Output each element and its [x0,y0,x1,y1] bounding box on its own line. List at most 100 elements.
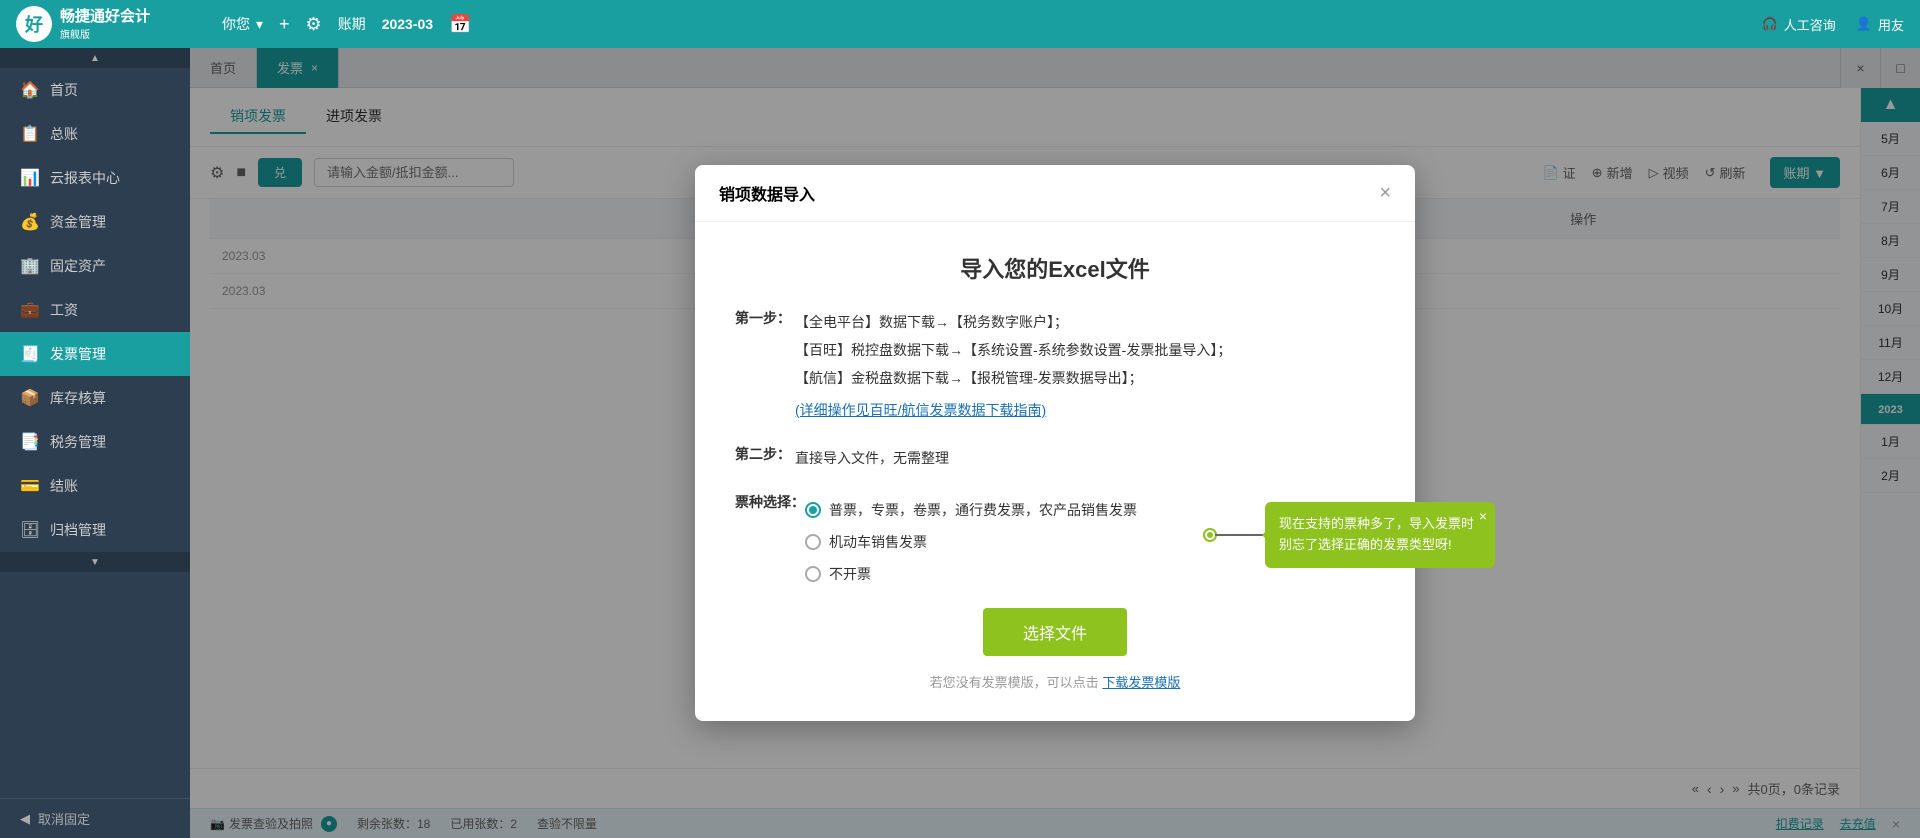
ticket-section: 票种选择： 普票，专票，卷票，通行费发票，农产品销售发票 机动车销售发票 [735,492,1375,584]
tooltip-wrapper: × 现在支持的票种多了，导入发票时别忘了选择正确的发票类型呀! [1205,502,1495,568]
sidebar-item-salary[interactable]: 💼 工资 [0,288,190,332]
step1-line-1: 【全电平台】数据下载→【税务数字账户】； [795,308,1231,336]
fund-icon: 💰 [20,212,40,232]
calendar-button[interactable]: 📅 [449,14,471,35]
period-label: 账期 [338,14,366,34]
sidebar-item-assets[interactable]: 🏢 固定资产 [0,244,190,288]
sidebar-item-label-tax: 税务管理 [50,432,106,452]
sidebar-scroll-up[interactable]: ▲ [0,48,190,68]
radio-normal-dot [809,506,817,514]
radio-normal[interactable]: 普票，专票，卷票，通行费发票，农产品销售发票 [805,500,1137,520]
sidebar-item-settlement[interactable]: 💳 结账 [0,464,190,508]
radio-motor-circle[interactable] [805,534,821,550]
cloud-icon: 📊 [20,168,40,188]
add-button[interactable]: + [279,14,290,35]
account-dropdown-icon: ▾ [256,16,263,33]
step1-row: 第一步： 【全电平台】数据下载→【税务数字账户】； 【百旺】税控盘数据下载→【系… [735,308,1375,424]
radio-group: 普票，专票，卷票，通行费发票，农产品销售发票 机动车销售发票 [805,500,1137,584]
sidebar-item-fund[interactable]: 💰 资金管理 [0,200,190,244]
account-selector[interactable]: 你您 ▾ [222,14,263,34]
pin-icon: ◀ [20,811,30,827]
account-name: 你您 [222,14,250,34]
settlement-icon: 💳 [20,476,40,496]
tooltip-container: × 现在支持的票种多了，导入发票时别忘了选择正确的发票类型呀! [1205,502,1495,568]
tooltip-close-button[interactable]: × [1479,508,1487,524]
logo-text-group: 畅捷通好会计 旗舰版 [60,8,150,41]
assets-icon: 🏢 [20,256,40,276]
home-icon: 🏠 [20,80,40,100]
modal-close-button[interactable]: × [1379,182,1391,205]
sidebar: ▲ 🏠 首页 📋 总账 📊 云报表中心 💰 资金管理 🏢 固定资产 💼 工资 🧾… [0,48,190,838]
ticket-label: 票种选择： [735,492,805,512]
top-bar: 好 畅捷通好会计 旗舰版 你您 ▾ + ⚙ 账期 2023-03 📅 🎧 人工咨… [0,0,1920,48]
download-template-link[interactable]: 下载发票模版 [1102,675,1180,690]
sidebar-item-label-archive: 归档管理 [50,520,106,540]
logo-title: 畅捷通好会计 [60,8,150,26]
logo-subtitle: 旗舰版 [60,26,150,41]
download-hint-text: 若您没有发票模版，可以点击 [930,675,1099,690]
step1-content: 【全电平台】数据下载→【税务数字账户】； 【百旺】税控盘数据下载→【系统设置-系… [795,308,1231,424]
download-hint: 若您没有发票模版，可以点击 下载发票模版 [735,672,1375,691]
tax-icon: 📑 [20,432,40,452]
tooltip-dot [1205,530,1215,540]
sidebar-item-label-cloud: 云报表中心 [50,168,120,188]
sidebar-cancel-fixed[interactable]: ◀ 取消固定 [0,798,190,838]
headset-icon: 🎧 [1762,16,1778,32]
consult-item[interactable]: 🎧 人工咨询 [1762,15,1836,34]
user-label: 用友 [1878,15,1904,34]
topbar-main: 你您 ▾ + ⚙ 账期 2023-03 📅 [206,14,1762,35]
radio-none-label: 不开票 [829,564,871,584]
step1-guide-link[interactable]: (详细操作见百旺/航信发票数据下载指南) [795,402,1046,418]
step1-link-container: (详细操作见百旺/航信发票数据下载指南) [795,396,1231,424]
period-value: 2023-03 [382,16,433,32]
sidebar-item-tax[interactable]: 📑 税务管理 [0,420,190,464]
radio-motor[interactable]: 机动车销售发票 × 现在支持的票种多了，导入发票时别忘了选择正确的发票类型呀! [805,532,1137,552]
topbar-right: 🎧 人工咨询 👤 用友 [1762,15,1904,34]
tooltip-popup: × 现在支持的票种多了，导入发票时别忘了选择正确的发票类型呀! [1265,502,1495,568]
sidebar-item-invoice[interactable]: 🧾 发票管理 [0,332,190,376]
sidebar-item-inventory[interactable]: 📦 库存核算 [0,376,190,420]
sidebar-item-cloud[interactable]: 📊 云报表中心 [0,156,190,200]
step2-label: 第二步： [735,444,795,464]
settings-button[interactable]: ⚙ [306,14,322,35]
sidebar-item-ledger[interactable]: 📋 总账 [0,112,190,156]
step1-line-3: 【航信】金税盘数据下载→【报税管理-发票数据导出】； [795,364,1231,392]
radio-motor-label: 机动车销售发票 [829,532,927,552]
logo-icon: 好 [16,6,52,42]
consult-label: 人工咨询 [1784,15,1836,34]
select-file-button[interactable]: 选择文件 [983,608,1127,656]
sidebar-item-label-invoice: 发票管理 [50,344,106,364]
ledger-icon: 📋 [20,124,40,144]
inventory-icon: 📦 [20,388,40,408]
sidebar-item-label-ledger: 总账 [50,124,78,144]
sidebar-item-archive[interactable]: 🗄 归档管理 [0,508,190,552]
radio-normal-circle[interactable] [805,502,821,518]
ticket-inline: 票种选择： 普票，专票，卷票，通行费发票，农产品销售发票 机动车销售发票 [735,492,1375,584]
salary-icon: 💼 [20,300,40,320]
user-icon: 👤 [1856,16,1872,32]
archive-icon: 🗄 [20,520,40,540]
modal-dialog: 销项数据导入 × 导入您的Excel文件 第一步： 【全电平台】数据下载→【税务… [695,165,1415,721]
sidebar-item-home[interactable]: 🏠 首页 [0,68,190,112]
step2-content: 直接导入文件，无需整理 [795,444,949,472]
user-item[interactable]: 👤 用友 [1856,15,1904,34]
cancel-fixed-label: 取消固定 [38,809,90,828]
step2-row: 第二步： 直接导入文件，无需整理 [735,444,1375,472]
sidebar-item-label-inventory: 库存核算 [50,388,106,408]
modal-header: 销项数据导入 × [695,165,1415,222]
sidebar-item-label-fund: 资金管理 [50,212,106,232]
radio-normal-label: 普票，专票，卷票，通行费发票，农产品销售发票 [829,500,1137,520]
sidebar-item-label-assets: 固定资产 [50,256,106,276]
step1-inline: 第一步： 【全电平台】数据下载→【税务数字账户】； 【百旺】税控盘数据下载→【系… [735,308,1375,424]
sidebar-scroll-down[interactable]: ▼ [0,552,190,572]
sidebar-item-label-salary: 工资 [50,300,78,320]
sidebar-item-label-home: 首页 [50,80,78,100]
sidebar-item-label-settlement: 结账 [50,476,78,496]
tooltip-text: 现在支持的票种多了，导入发票时别忘了选择正确的发票类型呀! [1279,516,1474,552]
radio-none[interactable]: 不开票 [805,564,1137,584]
step1-line-2: 【百旺】税控盘数据下载→【系统设置-系统参数设置-发票批量导入】； [795,336,1231,364]
radio-none-circle[interactable] [805,566,821,582]
modal-body: 导入您的Excel文件 第一步： 【全电平台】数据下载→【税务数字账户】； 【百… [695,222,1415,721]
modal-import-title: 导入您的Excel文件 [735,252,1375,284]
modal-title: 销项数据导入 [719,181,815,205]
